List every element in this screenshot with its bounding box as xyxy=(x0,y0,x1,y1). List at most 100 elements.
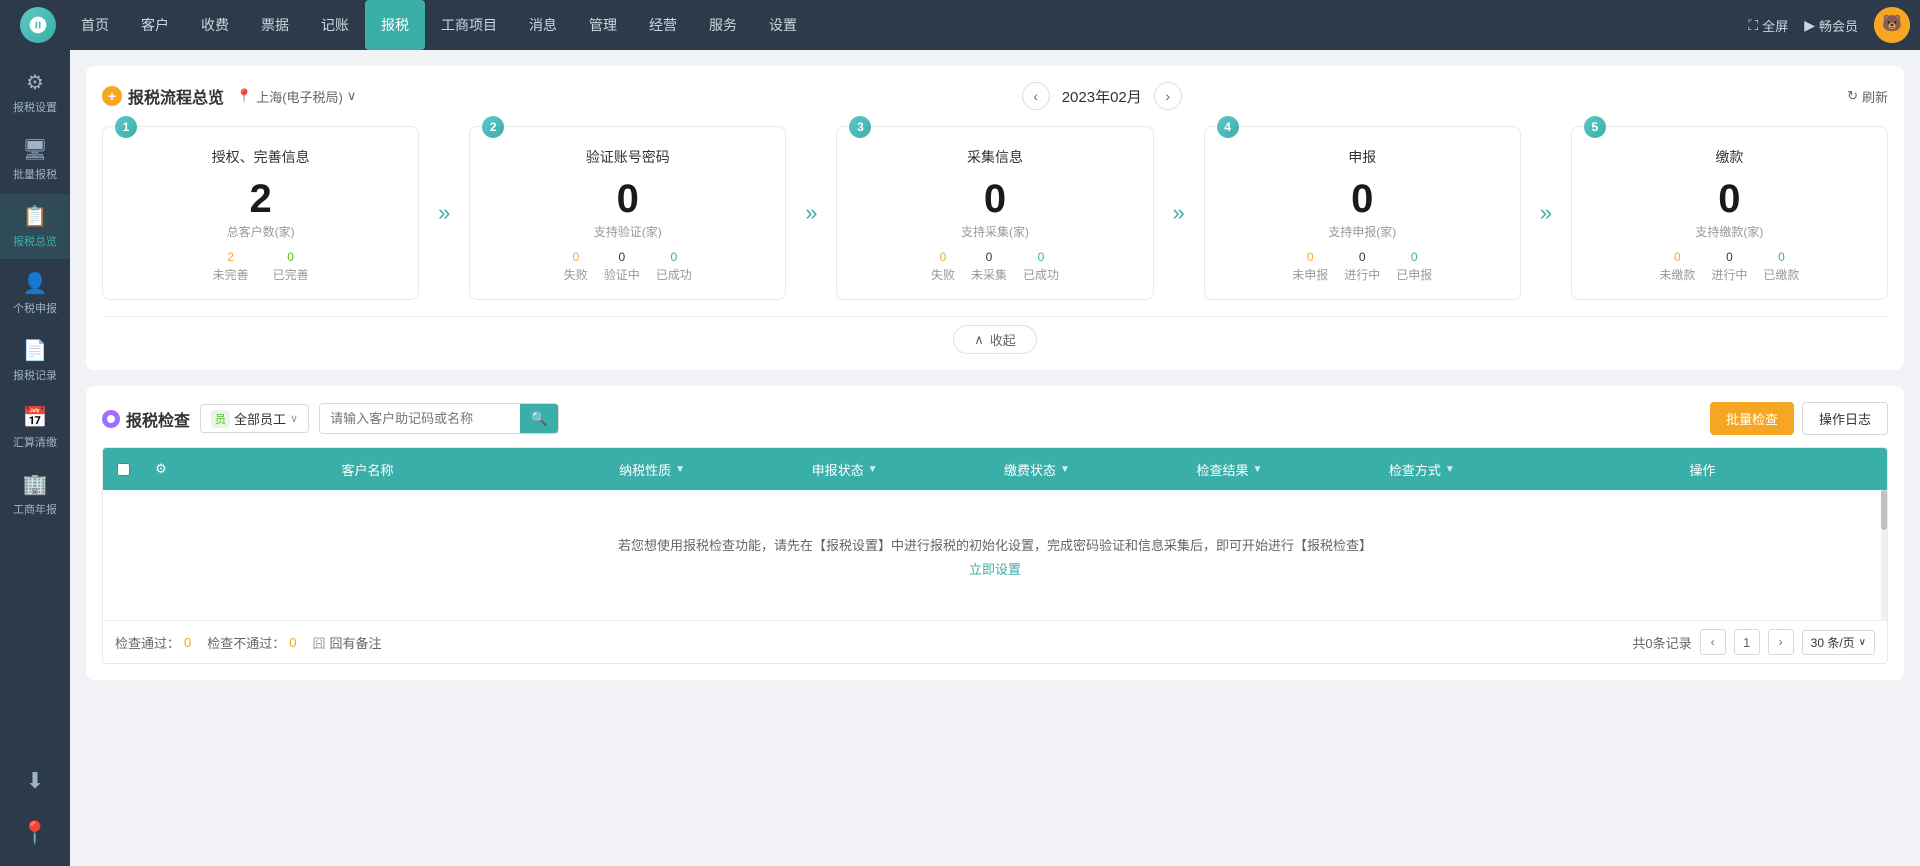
arrow-icon: » xyxy=(438,200,450,226)
nav-item-service[interactable]: 服务 xyxy=(693,0,753,50)
stat-item: 0 进行中 xyxy=(1344,250,1380,283)
stat-item: 0 已申报 xyxy=(1396,250,1432,283)
personal-tax-icon: 👤 xyxy=(23,271,48,296)
tax-settings-icon: ⚙ xyxy=(26,70,44,95)
sidebar-item-download[interactable]: ⬇ xyxy=(0,758,70,804)
nav-item-invoice[interactable]: 票据 xyxy=(245,0,305,50)
sidebar-item-tax-settings[interactable]: ⚙ 报税设置 xyxy=(0,60,70,125)
nav-item-message[interactable]: 消息 xyxy=(513,0,573,50)
next-month-button[interactable]: › xyxy=(1154,82,1182,110)
avatar[interactable] xyxy=(1874,7,1910,43)
nav-item-tax[interactable]: 报税 xyxy=(365,0,425,50)
sidebar-item-location[interactable]: 📍 xyxy=(0,810,70,856)
location-pin-icon: 📍 xyxy=(236,88,252,104)
step-stats-2: 0 失败 0 验证中 0 已成功 xyxy=(564,250,692,283)
setup-link[interactable]: 立即设置 xyxy=(618,559,1372,578)
circle-icon xyxy=(102,410,120,428)
flow-step-1: 1 授权、完善信息 2 总客户数(家) 2 未完善 0 已完善 xyxy=(102,126,419,300)
sidebar-item-settlement[interactable]: 📅 汇算清缴 xyxy=(0,395,70,460)
th-check-result[interactable]: 检查结果 ▼ xyxy=(1133,460,1325,479)
empty-tip-text: 若您想使用报税检查功能，请先在【报税设置】中进行报税的初始化设置，完成密码验证和… xyxy=(618,533,1372,559)
download-icon: ⬇ xyxy=(26,768,44,794)
check-title: 报税检查 xyxy=(102,407,190,431)
empty-state: 若您想使用报税检查功能，请先在【报税设置】中进行报税的初始化设置，完成密码验证和… xyxy=(618,533,1372,578)
sidebar-item-tax-overview[interactable]: 📋 报税总览 xyxy=(0,194,70,259)
divider xyxy=(102,316,1888,317)
check-header: 报税检查 员 全部员工 ∨ 🔍 批量检查 操作日志 xyxy=(102,402,1888,435)
sidebar-item-batch-tax[interactable]: 🖥 批量报税 xyxy=(0,127,70,192)
per-page-dropdown-icon: ∨ xyxy=(1859,637,1866,648)
nav-item-business[interactable]: 工商项目 xyxy=(425,0,513,50)
th-tax-type[interactable]: 纳税性质 ▼ xyxy=(556,460,748,479)
step-stats-5: 0 未缴款 0 进行中 0 已缴款 xyxy=(1659,250,1799,283)
th-check-method[interactable]: 检查方式 ▼ xyxy=(1326,460,1518,479)
step-count-2: 0 xyxy=(617,175,639,223)
overview-panel: + 报税流程总览 📍 上海(电子税局) ∨ ‹ 2023年02月 › ↻ 刷新 xyxy=(86,66,1904,370)
fail-count[interactable]: 0 xyxy=(289,635,296,650)
employee-tag-icon: 员 xyxy=(211,410,230,428)
search-button[interactable]: 🔍 xyxy=(520,404,557,433)
th-checkbox[interactable] xyxy=(103,463,143,476)
location-icon: 📍 xyxy=(21,820,48,846)
total-records: 共0条记录 xyxy=(1632,633,1691,652)
th-operation: 操作 xyxy=(1518,460,1887,479)
table-footer: 检查通过： 0 检查不通过： 0 囧 囧有备注 共0条记录 ‹ 1 xyxy=(103,620,1887,663)
step-num-4: 4 xyxy=(1217,116,1239,138)
arrow-sep-1: » xyxy=(419,126,469,300)
sidebar-item-label: 工商年报 xyxy=(13,501,57,517)
filter-icon: ▼ xyxy=(675,464,685,475)
sidebar-item-label: 汇算清缴 xyxy=(13,434,57,450)
sidebar-item-label: 报税总览 xyxy=(13,233,57,249)
next-page-button[interactable]: › xyxy=(1768,629,1794,655)
table-wrap: ⚙ 客户名称 纳税性质 ▼ 申报状态 ▼ 缴费状态 ▼ xyxy=(102,447,1888,664)
search-input[interactable] xyxy=(320,406,520,431)
sidebar-item-tax-record[interactable]: 📄 报税记录 xyxy=(0,328,70,393)
employee-filter[interactable]: 员 全部员工 ∨ xyxy=(200,404,309,433)
nav-item-accounting[interactable]: 记账 xyxy=(305,0,365,50)
stat-item: 2 未完善 xyxy=(213,250,249,283)
batch-check-button[interactable]: 批量检查 xyxy=(1710,402,1794,435)
member-icon: ▶ xyxy=(1804,17,1815,34)
th-pay-status[interactable]: 缴费状态 ▼ xyxy=(941,460,1133,479)
prev-page-button[interactable]: ‹ xyxy=(1700,629,1726,655)
nav-item-home[interactable]: 首页 xyxy=(65,0,125,50)
footer-right: 共0条记录 ‹ 1 › 30 条/页 ∨ xyxy=(1632,629,1875,655)
current-page: 1 xyxy=(1734,629,1760,655)
nav-item-settings[interactable]: 设置 xyxy=(753,0,813,50)
step-count-1: 2 xyxy=(249,175,271,223)
arrow-icon: » xyxy=(1172,200,1184,226)
step-title-4: 申报 xyxy=(1348,147,1376,167)
nav-item-customer[interactable]: 客户 xyxy=(125,0,185,50)
stat-item: 0 验证中 xyxy=(604,250,640,283)
th-settings[interactable]: ⚙ xyxy=(143,461,179,477)
sidebar-item-label: 报税设置 xyxy=(13,99,57,115)
overview-title: + 报税流程总览 xyxy=(102,84,224,108)
scrollbar-track[interactable] xyxy=(1881,490,1887,620)
operation-log-button[interactable]: 操作日志 xyxy=(1802,402,1888,435)
note-stat: 囧 囧有备注 xyxy=(313,633,382,652)
pass-count[interactable]: 0 xyxy=(184,635,191,650)
per-page-select[interactable]: 30 条/页 ∨ xyxy=(1802,630,1875,655)
nav-item-fee[interactable]: 收费 xyxy=(185,0,245,50)
scrollbar-thumb[interactable] xyxy=(1881,490,1887,530)
fullscreen-button[interactable]: ⛶ 全屏 xyxy=(1748,16,1788,35)
table-header: ⚙ 客户名称 纳税性质 ▼ 申报状态 ▼ 缴费状态 ▼ xyxy=(103,448,1887,490)
sidebar-item-annual-report[interactable]: 🏢 工商年报 xyxy=(0,462,70,527)
step-count-5: 0 xyxy=(1718,175,1740,223)
member-button[interactable]: ▶ 畅会员 xyxy=(1804,16,1858,35)
prev-month-button[interactable]: ‹ xyxy=(1022,82,1050,110)
tax-overview-icon: 📋 xyxy=(23,204,48,229)
select-all-checkbox[interactable] xyxy=(117,463,130,476)
refresh-button[interactable]: ↻ 刷新 xyxy=(1847,87,1888,106)
batch-tax-icon: 🖥 xyxy=(22,137,47,162)
collapse-button[interactable]: ∧ 收起 xyxy=(953,325,1037,354)
location-badge[interactable]: 📍 上海(电子税局) ∨ xyxy=(236,87,356,106)
nav-item-manage[interactable]: 管理 xyxy=(573,0,633,50)
chevron-down-icon: ∨ xyxy=(347,88,357,104)
nav-item-operation[interactable]: 经营 xyxy=(633,0,693,50)
nav-menu: 首页 客户 收费 票据 记账 报税 工商项目 消息 管理 经营 服务 设置 xyxy=(65,0,1748,50)
sidebar-item-personal-tax[interactable]: 👤 个税申报 xyxy=(0,261,70,326)
logo[interactable] xyxy=(10,0,65,50)
th-declare-status[interactable]: 申报状态 ▼ xyxy=(748,460,940,479)
stat-item: 0 进行中 xyxy=(1711,250,1747,283)
